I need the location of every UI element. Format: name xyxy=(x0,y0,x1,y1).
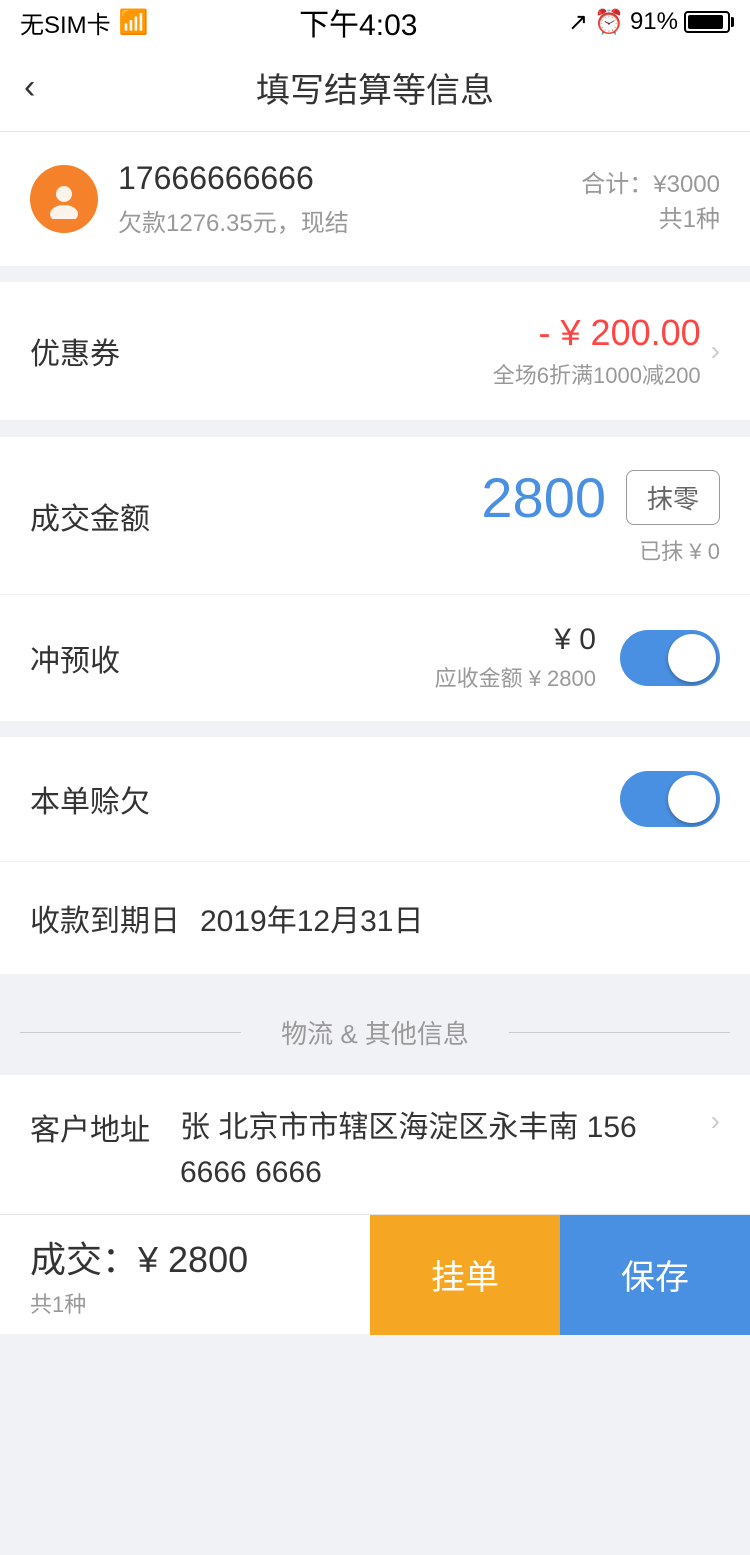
prepay-toggle[interactable] xyxy=(620,630,720,686)
status-bar: 无SIM卡 📶 下午4:03 ↗ ⏰ 91% xyxy=(0,0,750,44)
toggle-knob xyxy=(668,634,716,682)
status-right: ↗ ⏰ 91% xyxy=(568,8,730,37)
customer-phone: 17666666666 xyxy=(118,160,349,197)
bottom-deal: 成交：¥ 2800 xyxy=(30,1231,340,1283)
coupon-amount: - ¥ 200.00 xyxy=(493,312,701,354)
logistics-text: 物流 & 其他信息 xyxy=(261,1014,489,1051)
coupon-label: 优惠券 xyxy=(30,329,120,373)
amount-right: 2800 抹零 xyxy=(481,465,720,530)
prepay-label: 冲预收 xyxy=(30,636,120,680)
amount-number: 2800 xyxy=(481,465,606,530)
gray-divider-3 xyxy=(0,974,750,990)
nav-bar: ‹ 填写结算等信息 xyxy=(0,44,750,132)
address-chevron-icon: › xyxy=(711,1105,720,1137)
prepay-row: 冲预收 ¥ 0 应收金额 ¥ 2800 xyxy=(0,595,750,721)
amount-row: 成交金额 2800 抹零 已抹 ¥ 0 xyxy=(0,437,750,595)
logistics-divider: 物流 & 其他信息 xyxy=(0,990,750,1075)
prepay-right: ¥ 0 应收金额 ¥ 2800 xyxy=(435,623,596,693)
arrears-toggle[interactable] xyxy=(620,771,720,827)
total-label: 合计：¥3000 xyxy=(581,164,720,199)
customer-info: 17666666666 欠款1276.35元，现结 xyxy=(118,160,349,238)
coupon-desc: 全场6折满1000减200 xyxy=(493,358,701,390)
battery-icon xyxy=(684,11,730,33)
status-time: 下午4:03 xyxy=(299,0,417,44)
customer-card: 17666666666 欠款1276.35元，现结 合计：¥3000 共1种 xyxy=(0,132,750,266)
chevron-right-icon: › xyxy=(711,335,720,367)
status-left: 无SIM卡 📶 xyxy=(20,5,149,40)
customer-debt: 欠款1276.35元，现结 xyxy=(118,203,349,238)
address-label: 客户地址 xyxy=(30,1105,150,1149)
back-button[interactable]: ‹ xyxy=(24,68,35,107)
amount-sub: 已抹 ¥ 0 xyxy=(639,534,720,566)
customer-left: 17666666666 欠款1276.35元，现结 xyxy=(30,160,349,238)
bottom-amount: ¥ 2800 xyxy=(138,1239,248,1280)
bottom-bar: 成交：¥ 2800 共1种 挂单 保存 xyxy=(0,1214,750,1334)
address-value: 张 北京市市辖区海淀区永丰南 156 6666 6666 xyxy=(180,1105,701,1195)
wifi-icon: 📶 xyxy=(119,8,149,37)
round-button[interactable]: 抹零 xyxy=(626,470,720,525)
gray-divider-2 xyxy=(0,721,750,737)
battery-percent: 91% xyxy=(630,8,678,36)
logistics-line-right xyxy=(509,1032,730,1033)
address-row[interactable]: 客户地址 张 北京市市辖区海淀区永丰南 156 6666 6666 › xyxy=(0,1075,750,1225)
due-date-label: 收款到期日 xyxy=(30,896,180,940)
arrears-toggle-knob xyxy=(668,775,716,823)
alarm-icon: ⏰ xyxy=(594,8,624,37)
prepay-sub: 应收金额 ¥ 2800 xyxy=(435,661,596,693)
arrears-label: 本单赊欠 xyxy=(30,777,150,821)
save-button[interactable]: 保存 xyxy=(560,1215,750,1335)
page-title: 填写结算等信息 xyxy=(256,63,494,112)
bottom-summary: 成交：¥ 2800 共1种 xyxy=(0,1231,370,1319)
prepay-amount: ¥ 0 xyxy=(435,623,596,657)
customer-right: 合计：¥3000 共1种 xyxy=(581,164,720,234)
due-date-value: 2019年12月31日 xyxy=(200,896,423,940)
amount-section: 成交金额 2800 抹零 已抹 ¥ 0 冲预收 ¥ 0 应收金额 ¥ 2800 xyxy=(0,437,750,721)
content: 17666666666 欠款1276.35元，现结 合计：¥3000 共1种 优… xyxy=(0,132,750,1555)
bottom-count: 共1种 xyxy=(30,1287,340,1319)
due-date-row: 收款到期日 2019年12月31日 xyxy=(0,862,750,974)
hold-button[interactable]: 挂单 xyxy=(370,1215,560,1335)
avatar xyxy=(30,165,98,233)
carrier-text: 无SIM卡 xyxy=(20,5,111,40)
total-count: 共1种 xyxy=(581,199,720,234)
gray-divider-1 xyxy=(0,421,750,437)
arrears-row: 本单赊欠 xyxy=(0,737,750,861)
coupon-row[interactable]: 优惠券 - ¥ 200.00 全场6折满1000减200 › xyxy=(0,282,750,421)
logistics-line-left xyxy=(20,1032,241,1033)
location-icon: ↗ xyxy=(568,8,588,37)
amount-label: 成交金额 xyxy=(30,494,150,538)
